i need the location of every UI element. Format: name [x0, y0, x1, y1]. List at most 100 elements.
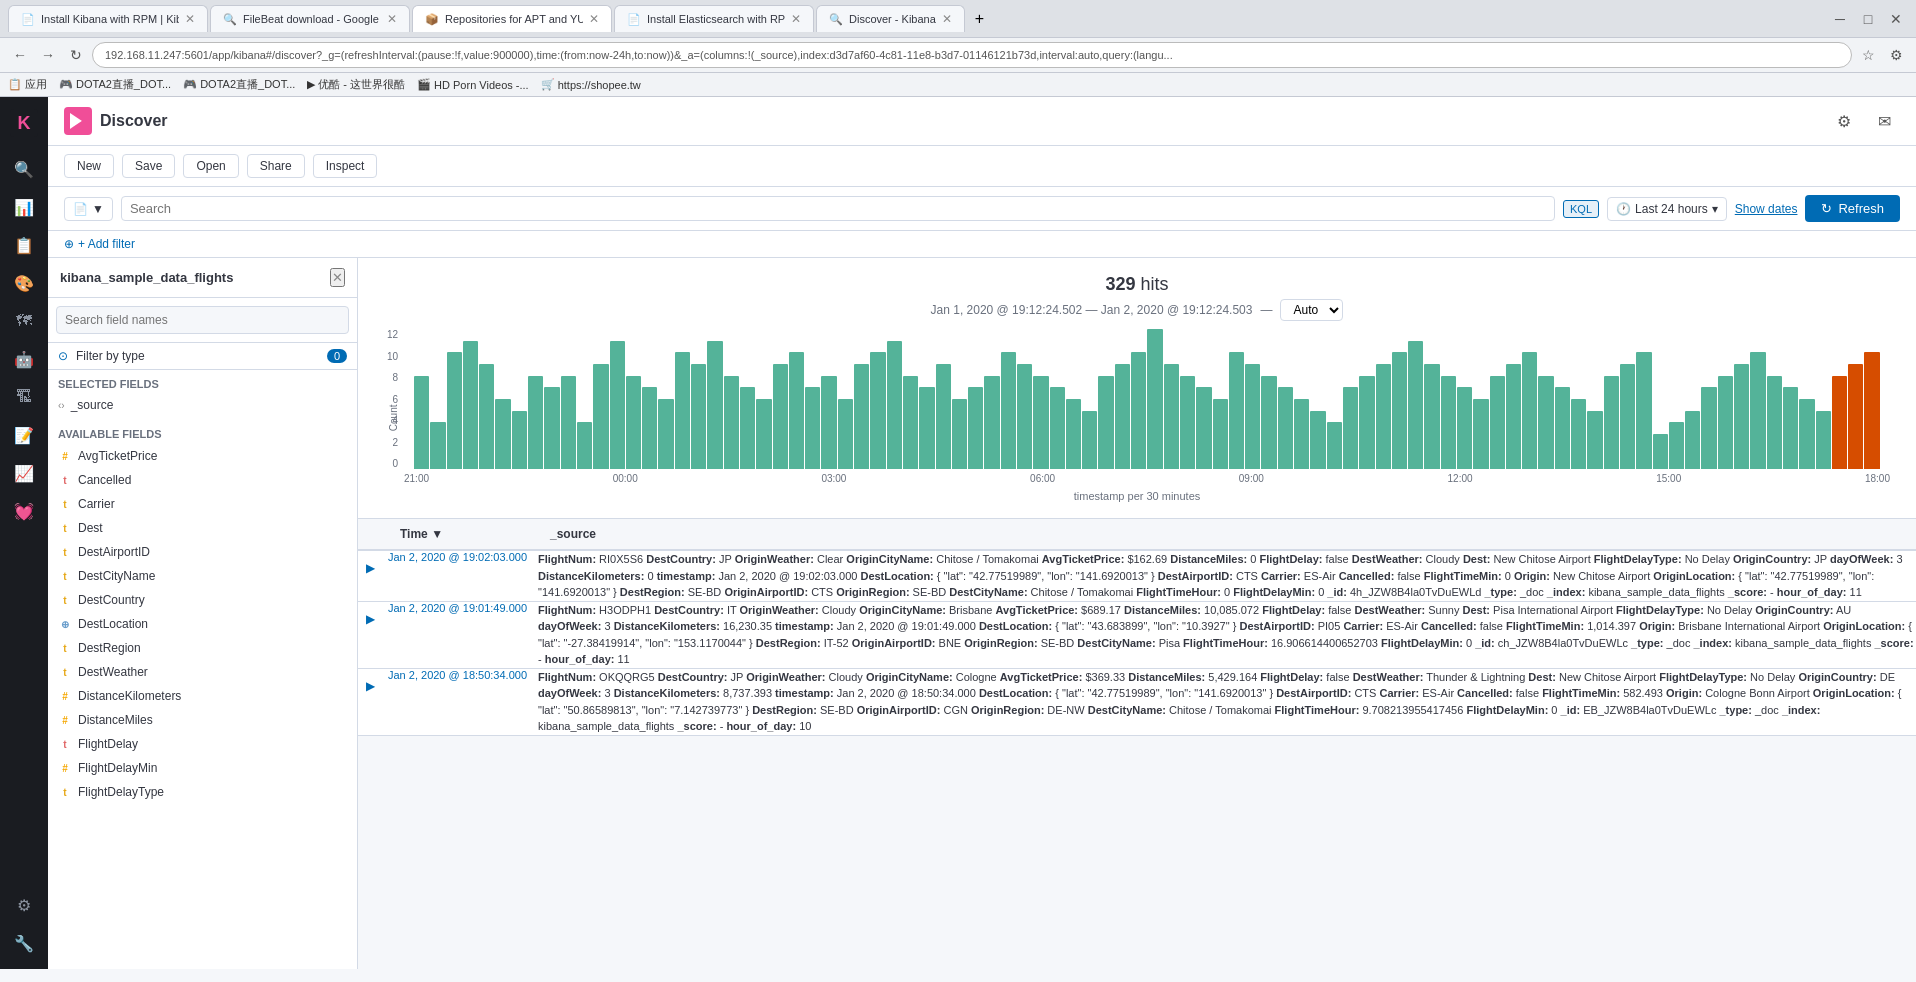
histogram-bar-30[interactable] [903, 376, 918, 469]
histogram-bar-55[interactable] [1310, 411, 1325, 469]
time-picker[interactable]: 🕐 Last 24 hours ▾ [1607, 197, 1727, 221]
histogram-bar-10[interactable] [577, 422, 592, 469]
histogram-bar-85[interactable] [1799, 399, 1814, 469]
histogram-bar-46[interactable] [1164, 364, 1179, 469]
histogram-bar-37[interactable] [1017, 364, 1032, 469]
histogram-bar-45[interactable] [1147, 329, 1162, 469]
extensions-button[interactable]: ⚙ [1884, 43, 1908, 67]
histogram-bar-58[interactable] [1359, 376, 1374, 469]
minimize-button[interactable]: ─ [1828, 7, 1852, 31]
histogram-bar-87[interactable] [1832, 376, 1847, 469]
histogram-bar-50[interactable] [1229, 352, 1244, 469]
settings-icon-button[interactable]: ⚙ [1828, 105, 1860, 137]
histogram-bar-59[interactable] [1376, 364, 1391, 469]
histogram-bar-76[interactable] [1653, 434, 1668, 469]
histogram-bar-51[interactable] [1245, 364, 1260, 469]
field-item-destweather[interactable]: t DestWeather + [48, 660, 357, 684]
sidebar-item-apm[interactable]: 📈 [6, 455, 42, 491]
histogram-bar-43[interactable] [1115, 364, 1130, 469]
histogram-bar-23[interactable] [789, 352, 804, 469]
histogram-bar-28[interactable] [870, 352, 885, 469]
share-button[interactable]: Share [247, 154, 305, 178]
forward-button[interactable]: → [36, 43, 60, 67]
address-bar[interactable] [92, 42, 1852, 68]
histogram-bar-6[interactable] [512, 411, 527, 469]
browser-tab-3[interactable]: 📦 Repositories for APT and YUM ✕ [412, 5, 612, 32]
histogram-bar-53[interactable] [1278, 387, 1293, 469]
histogram-bar-89[interactable] [1864, 352, 1879, 469]
field-item-destcountry[interactable]: t DestCountry + [48, 588, 357, 612]
histogram-bar-68[interactable] [1522, 352, 1537, 469]
sidebar-item-ml[interactable]: 🤖 [6, 341, 42, 377]
tab3-close[interactable]: ✕ [589, 12, 599, 26]
histogram-bar-3[interactable] [463, 341, 478, 469]
histogram-bar-47[interactable] [1180, 376, 1195, 469]
field-item-carrier[interactable]: t Carrier + [48, 492, 357, 516]
histogram-bar-83[interactable] [1767, 376, 1782, 469]
sidebar-item-uptime[interactable]: 💓 [6, 493, 42, 529]
field-item-flightdelay[interactable]: t FlightDelay + [48, 732, 357, 756]
histogram-bar-66[interactable] [1490, 376, 1505, 469]
field-item-destcityname[interactable]: t DestCityName + [48, 564, 357, 588]
histogram-bar-73[interactable] [1604, 376, 1619, 469]
sidebar-item-management[interactable]: 🔧 [6, 925, 42, 961]
histogram-bar-40[interactable] [1066, 399, 1081, 469]
histogram-bar-63[interactable] [1441, 376, 1456, 469]
filter-by-type-row[interactable]: ⊙ Filter by type 0 [48, 343, 357, 370]
histogram-bar-21[interactable] [756, 399, 771, 469]
kql-badge[interactable]: KQL [1563, 200, 1599, 218]
histogram-bar-35[interactable] [984, 376, 999, 469]
mail-icon-button[interactable]: ✉ [1868, 105, 1900, 137]
field-item-cancelled[interactable]: t Cancelled + [48, 468, 357, 492]
histogram-bar-16[interactable] [675, 352, 690, 469]
histogram-bar-1[interactable] [430, 422, 445, 469]
reload-button[interactable]: ↻ [64, 43, 88, 67]
histogram-bar-74[interactable] [1620, 364, 1635, 469]
new-button[interactable]: New [64, 154, 114, 178]
histogram-bar-57[interactable] [1343, 387, 1358, 469]
histogram-bar-31[interactable] [919, 387, 934, 469]
histogram-bar-88[interactable] [1848, 364, 1863, 469]
row-time-1[interactable]: Jan 2, 2020 @ 19:02:03.000 [388, 550, 538, 601]
histogram-bar-17[interactable] [691, 364, 706, 469]
histogram-bar-62[interactable] [1424, 364, 1439, 469]
tab4-close[interactable]: ✕ [791, 12, 801, 26]
histogram-bar-71[interactable] [1571, 399, 1586, 469]
bookmark-apps[interactable]: 📋 应用 [8, 77, 47, 92]
field-search-input[interactable] [56, 306, 349, 334]
row-expand-button-1[interactable]: ▶ [358, 551, 383, 585]
histogram-bar-65[interactable] [1473, 399, 1488, 469]
collapse-left-panel-button[interactable]: ✕ [330, 268, 345, 287]
sidebar-item-canvas[interactable]: 🎨 [6, 265, 42, 301]
bookmark-dota1[interactable]: 🎮 DOTA2直播_DOT... [59, 77, 171, 92]
browser-tab-1[interactable]: 📄 Install Kibana with RPM | Kib... ✕ [8, 5, 208, 32]
field-item-flightdelaytype[interactable]: t FlightDelayType + [48, 780, 357, 804]
selected-field-source[interactable]: ‹› _source [48, 394, 357, 416]
open-button[interactable]: Open [183, 154, 238, 178]
histogram-bar-48[interactable] [1196, 387, 1211, 469]
histogram-bar-2[interactable] [447, 352, 462, 469]
bookmark-youku[interactable]: ▶ 优酷 - 这世界很酷 [307, 77, 405, 92]
tab5-close[interactable]: ✕ [942, 12, 952, 26]
sidebar-item-infrastructure[interactable]: 🏗 [6, 379, 42, 415]
row-time-3[interactable]: Jan 2, 2020 @ 18:50:34.000 [388, 668, 538, 735]
histogram-bar-79[interactable] [1701, 387, 1716, 469]
histogram-bar-44[interactable] [1131, 352, 1146, 469]
search-input[interactable] [130, 201, 1546, 216]
inspect-button[interactable]: Inspect [313, 154, 378, 178]
histogram-bar-26[interactable] [838, 399, 853, 469]
add-filter-button[interactable]: ⊕ + Add filter [64, 237, 135, 251]
sidebar-item-logs[interactable]: 📝 [6, 417, 42, 453]
sidebar-item-dashboard[interactable]: 📋 [6, 227, 42, 263]
histogram-bar-7[interactable] [528, 376, 543, 469]
sidebar-item-visualize[interactable]: 📊 [6, 189, 42, 225]
field-item-destregion[interactable]: t DestRegion + [48, 636, 357, 660]
histogram-bar-72[interactable] [1587, 411, 1602, 469]
histogram-bar-84[interactable] [1783, 387, 1798, 469]
close-button[interactable]: ✕ [1884, 7, 1908, 31]
field-item-destairportid[interactable]: t DestAirportID + [48, 540, 357, 564]
bookmark-hd[interactable]: 🎬 HD Porn Videos -... [417, 78, 529, 91]
histogram-bar-60[interactable] [1392, 352, 1407, 469]
refresh-button[interactable]: ↻ Refresh [1805, 195, 1900, 222]
histogram-bar-4[interactable] [479, 364, 494, 469]
